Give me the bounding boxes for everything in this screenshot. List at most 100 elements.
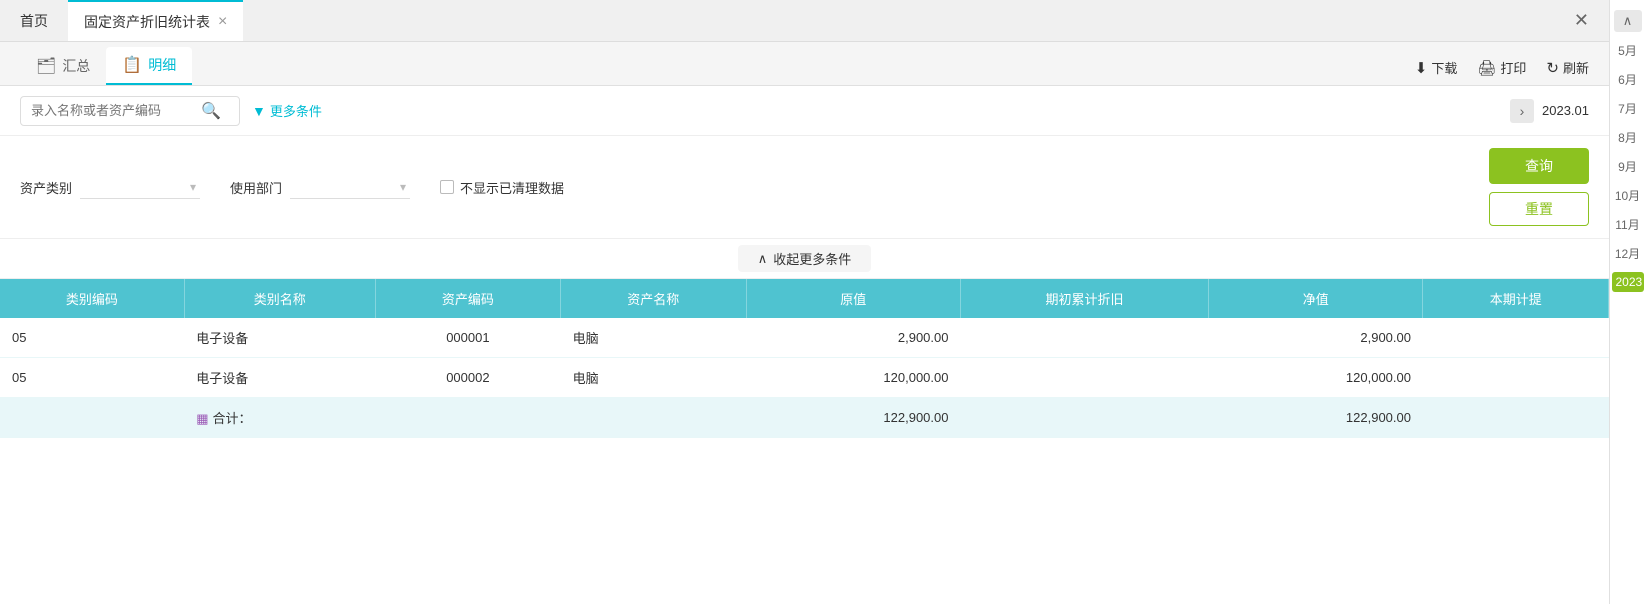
refresh-icon: ↻	[1546, 59, 1559, 77]
cell-asset-code: 000002	[375, 358, 560, 398]
tab-detail-label: 明细	[148, 55, 176, 75]
checkbox-label: 不显示已清理数据	[460, 178, 564, 197]
cell-original-value: 120,000.00	[746, 358, 960, 398]
table-row: 05 电子设备 000002 电脑 120,000.00 120,000.00	[0, 358, 1609, 398]
summary-tab-icon: 🗂	[36, 56, 56, 76]
cell-asset-name: 电脑	[561, 318, 746, 358]
col-header-category-code: 类别编码	[0, 279, 184, 318]
search-icon[interactable]: 🔍	[201, 101, 221, 121]
sidebar-month-item[interactable]: 6月	[1613, 65, 1642, 94]
cell-net-value: 120,000.00	[1209, 358, 1423, 398]
active-tab-label: 固定资产折旧统计表	[84, 12, 210, 32]
total-cell-label: ▦合计：	[184, 398, 375, 438]
total-cell-empty2	[375, 398, 560, 438]
reset-button[interactable]: 重置	[1489, 192, 1589, 226]
collapse-bar: ∧ 收起更多条件	[0, 239, 1609, 279]
print-button[interactable]: 🖨 打印	[1477, 58, 1526, 77]
collapse-button[interactable]: ∧ 收起更多条件	[738, 245, 872, 272]
checkbox-box[interactable]	[440, 180, 454, 194]
active-tab[interactable]: 固定资产折旧统计表 ×	[68, 0, 243, 41]
cell-current-period	[1423, 358, 1609, 398]
table-header-row: 类别编码 类别名称 资产编码 资产名称 原值 期初累计折旧 净值 本期计提	[0, 279, 1609, 318]
cell-asset-code: 000001	[375, 318, 560, 358]
table-wrap: 类别编码 类别名称 资产编码 资产名称 原值 期初累计折旧 净值 本期计提 05…	[0, 279, 1609, 604]
date-label: 2023.01	[1542, 103, 1589, 118]
download-button[interactable]: ⬇ 下载	[1415, 58, 1458, 77]
total-cell-empty1	[0, 398, 184, 438]
sidebar-month-item[interactable]: 7月	[1613, 94, 1642, 123]
tab-summary[interactable]: 🗂 汇总	[20, 47, 106, 85]
table-total-row: ▦合计： 122,900.00 122,900.00	[0, 398, 1609, 438]
assets-table: 类别编码 类别名称 资产编码 资产名称 原值 期初累计折旧 净值 本期计提 05…	[0, 279, 1609, 438]
asset-category-select[interactable]: ▾	[80, 176, 200, 199]
cell-acc-depreciation	[960, 358, 1208, 398]
tab-detail[interactable]: 📋 明细	[106, 47, 192, 85]
refresh-button[interactable]: ↻ 刷新	[1546, 58, 1589, 77]
download-label: 下载	[1431, 58, 1457, 77]
total-cell-empty3	[561, 398, 746, 438]
search-input-wrap[interactable]: 🔍	[20, 96, 240, 126]
query-button[interactable]: 查询	[1489, 148, 1589, 184]
asset-category-arrow-icon: ▾	[190, 180, 196, 194]
sidebar-month-item[interactable]: 12月	[1613, 239, 1642, 268]
top-nav: 首页 固定资产折旧统计表 × ✕	[0, 0, 1609, 42]
search-bar: 🔍 ▼ 更多条件 › 2023.01	[0, 86, 1609, 136]
collapse-icon: ∧	[758, 251, 768, 267]
asset-category-field: 资产类别 ▾	[20, 176, 200, 199]
tab-close-icon[interactable]: ×	[218, 14, 227, 30]
chevron-right-button[interactable]: ›	[1510, 99, 1534, 123]
cell-code: 05	[0, 318, 184, 358]
table-row: 05 电子设备 000001 电脑 2,900.00 2,900.00	[0, 318, 1609, 358]
cell-asset-name: 电脑	[561, 358, 746, 398]
more-filter-button[interactable]: ▼ 更多条件	[252, 101, 322, 120]
total-cell-acc-depreciation	[960, 398, 1208, 438]
sidebar-month-item[interactable]: 10月	[1613, 181, 1642, 210]
department-field: 使用部门 ▾	[230, 176, 410, 199]
cell-net-value: 2,900.00	[1209, 318, 1423, 358]
col-header-acc-depreciation: 期初累计折旧	[960, 279, 1208, 318]
sidebar-scroll-up-button[interactable]: ∧	[1614, 10, 1642, 32]
filter-buttons: 查询 重置	[1489, 148, 1589, 226]
sidebar-year-badge: 2023	[1612, 272, 1644, 292]
col-header-asset-code: 资产编码	[375, 279, 560, 318]
col-header-net-value: 净值	[1209, 279, 1423, 318]
right-sidebar: ∧ 5月6月7月8月9月10月11月12月 2023	[1609, 0, 1645, 604]
sidebar-month-item[interactable]: 8月	[1613, 123, 1642, 152]
collapse-label: 收起更多条件	[773, 249, 851, 268]
sidebar-month-item[interactable]: 11月	[1613, 210, 1642, 239]
refresh-label: 刷新	[1563, 58, 1589, 77]
cell-original-value: 2,900.00	[746, 318, 960, 358]
sidebar-month-item[interactable]: 5月	[1613, 36, 1642, 65]
tab-bar: 🗂 汇总 📋 明细 ⬇ 下载 🖨 打印 ↻ 刷新	[0, 42, 1609, 86]
asset-category-label: 资产类别	[20, 178, 72, 197]
department-select[interactable]: ▾	[290, 176, 410, 199]
total-cell-net-value: 122,900.00	[1209, 398, 1423, 438]
search-input[interactable]	[31, 103, 201, 118]
col-header-original-value: 原值	[746, 279, 960, 318]
hide-cleared-checkbox[interactable]: 不显示已清理数据	[440, 178, 564, 197]
filter-conditions: 资产类别 ▾ 使用部门 ▾ 不显示已清理数据 查询 重置	[0, 136, 1609, 239]
download-icon: ⬇	[1415, 59, 1428, 77]
sidebar-month-item[interactable]: 9月	[1613, 152, 1642, 181]
department-label: 使用部门	[230, 178, 282, 197]
window-close-button[interactable]: ✕	[1554, 10, 1609, 31]
cell-acc-depreciation	[960, 318, 1208, 358]
col-header-asset-name: 资产名称	[561, 279, 746, 318]
cell-code: 05	[0, 358, 184, 398]
print-icon: 🖨	[1477, 59, 1496, 77]
total-cell-current-period	[1423, 398, 1609, 438]
filter-icon: ▼	[252, 103, 266, 119]
total-cell-original-value: 122,900.00	[746, 398, 960, 438]
tab-summary-label: 汇总	[62, 56, 90, 76]
print-label: 打印	[1500, 58, 1526, 77]
toolbar-right: ⬇ 下载 🖨 打印 ↻ 刷新	[1415, 58, 1589, 85]
cell-current-period	[1423, 318, 1609, 358]
cell-category-name: 电子设备	[184, 318, 375, 358]
col-header-current-period: 本期计提	[1423, 279, 1609, 318]
cell-category-name: 电子设备	[184, 358, 375, 398]
filter-label: 更多条件	[270, 101, 322, 120]
home-nav-item[interactable]: 首页	[0, 0, 68, 41]
detail-tab-icon: 📋	[122, 55, 142, 75]
search-bar-right: › 2023.01	[1510, 99, 1589, 123]
department-arrow-icon: ▾	[400, 180, 406, 194]
